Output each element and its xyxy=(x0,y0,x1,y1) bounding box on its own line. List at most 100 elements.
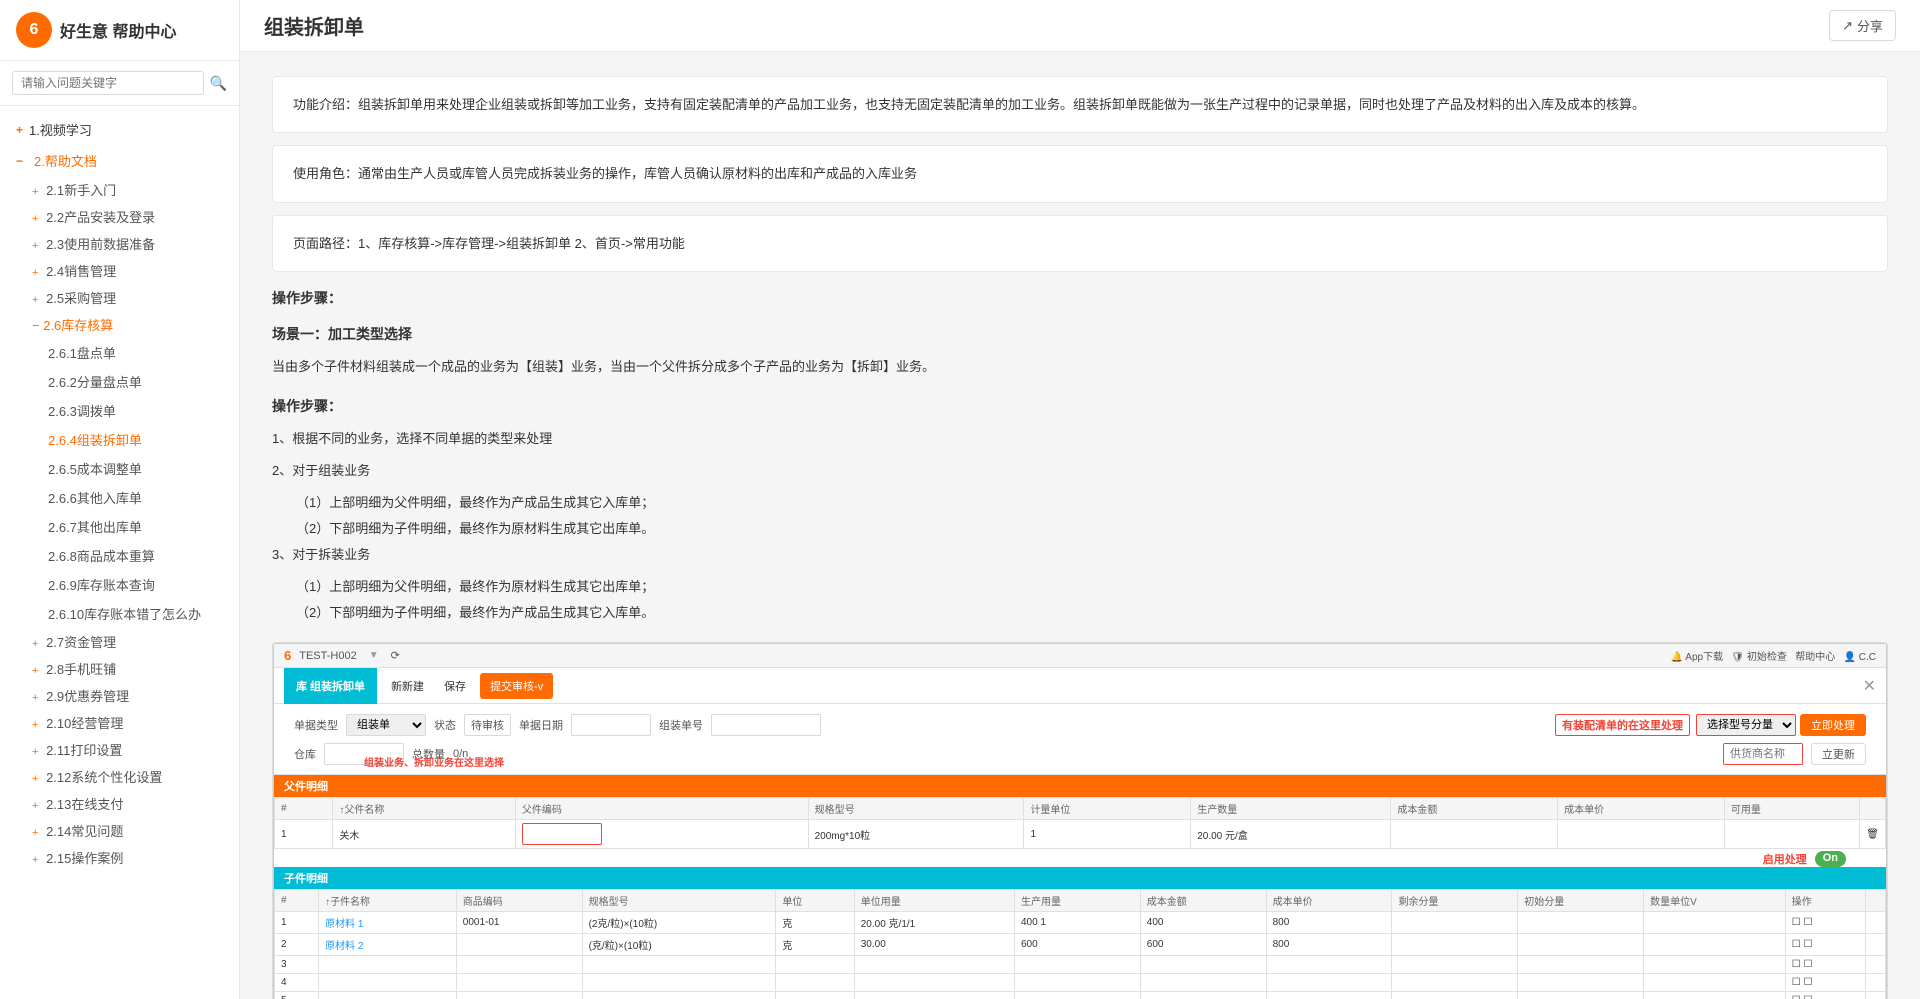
sidebar-item-finance[interactable]: + 2.7资金管理 xyxy=(0,628,239,655)
app-dropdown-icon: ▼ xyxy=(369,650,379,661)
app-upper-table: 父件明细 # ↑父件名称 父件编码 规格型号 计量单位 生产数量 成本金额 xyxy=(274,775,1886,849)
step-3-2: （2）下部明细为子件明细，最终作为产成品生成其它入库单。 xyxy=(272,600,1888,626)
parent-item-code[interactable] xyxy=(522,823,602,845)
expand-icon: + xyxy=(32,267,38,279)
share-icon: ↗ xyxy=(1842,18,1853,34)
expand-icon: + xyxy=(16,123,23,137)
sidebar-item-dataprep[interactable]: + 2.3使用前数据准备 xyxy=(0,230,239,257)
table-row: 5☐ ☐ xyxy=(275,992,1886,999)
expand-icon: + xyxy=(32,213,38,225)
topbar: 组装拆卸单 ↗ 分享 xyxy=(240,0,1920,52)
app-form-area: 单据类型 组装单拆卸单 状态 待审核 单据日期 组装单号 有装配清单的在这里处理 xyxy=(274,704,1886,775)
form-assembly-select[interactable]: 选择型号分量 xyxy=(1696,714,1796,736)
sidebar-child-inventory-4[interactable]: 2.6.4组装拆卸单 xyxy=(0,425,239,454)
sidebar-item-install[interactable]: + 2.2产品安装及登录 xyxy=(0,203,239,230)
sidebar-item-video[interactable]: + 1.视频学习 xyxy=(0,114,239,145)
sidebar-child-inventory-8[interactable]: 2.6.8商品成本重算 xyxy=(0,541,239,570)
table-row: 1 原材料 1 0001-01 (2克/粒)×(10粒) 克 20.00 克/1… xyxy=(275,912,1886,934)
sidebar-child-inventory-6[interactable]: 2.6.6其他入库单 xyxy=(0,483,239,512)
sidebar-item-newuser[interactable]: + 2.1新手入门 xyxy=(0,176,239,203)
form-confirm-btn[interactable]: 立即处理 xyxy=(1800,714,1866,736)
sidebar-item-purchase[interactable]: + 2.5采购管理 xyxy=(0,284,239,311)
sidebar-item-management[interactable]: + 2.10经营管理 xyxy=(0,709,239,736)
sidebar-item-coupon[interactable]: + 2.9优惠券管理 xyxy=(0,682,239,709)
collapse-icon: − xyxy=(16,154,28,168)
brand-name: 好生意 帮助中心 xyxy=(60,18,176,42)
sidebar-child-inventory-1[interactable]: 2.6.1盘点单 xyxy=(0,338,239,367)
app-refresh-icon: ⟳ xyxy=(391,649,400,662)
sidebar-child-inventory-9[interactable]: 2.6.9库存账本查询 xyxy=(0,570,239,599)
step-2-2: （2）下部明细为子件明细，最终作为原材料生成其它出库单。 xyxy=(272,516,1888,542)
form-docno-input[interactable] xyxy=(711,714,821,736)
app-tab-active: 库 组装拆卸单 xyxy=(284,668,377,704)
sidebar-item-label: 2.3使用前数据准备 xyxy=(46,237,155,252)
form-label-date: 单据日期 xyxy=(519,717,563,733)
expand-icon: + xyxy=(32,665,38,677)
role-text: 使用角色：通常由生产人员或库管人员完成拆装业务的操作，库管人员确认原材料的出库和… xyxy=(293,166,917,181)
form-select-btn[interactable]: 立更新 xyxy=(1811,743,1866,765)
search-bar[interactable]: 🔍 xyxy=(0,61,239,106)
step-3: 3、对于拆装业务 xyxy=(272,542,1888,568)
sidebar-item-sales[interactable]: + 2.4销售管理 xyxy=(0,257,239,284)
expand-icon: + xyxy=(32,240,38,252)
sidebar-item-payment[interactable]: + 2.13在线支付 xyxy=(0,790,239,817)
enable-toggle[interactable]: On xyxy=(1815,851,1846,867)
form-label-status: 状态 xyxy=(434,717,456,733)
annotation-label-1: 有装配清单的在这里处理 xyxy=(1555,714,1690,736)
app-topbar: 6 TEST-H002 ▼ ⟳ 🔔 App下载 🛡 初始检查 帮助中心 👤 C.… xyxy=(274,644,1886,668)
form-date-input[interactable] xyxy=(571,714,651,736)
sidebar-item-mobile[interactable]: + 2.8手机旺铺 xyxy=(0,655,239,682)
sidebar-child-inventory-3[interactable]: 2.6.3调拨单 xyxy=(0,396,239,425)
sidebar-item-label: 1.视频学习 xyxy=(29,120,92,139)
expand-icon: + xyxy=(32,854,38,866)
search-input[interactable] xyxy=(12,71,204,95)
sidebar-header: 6 好生意 帮助中心 xyxy=(0,0,239,61)
scene-title: 场景一：加工类型选择 xyxy=(272,324,1888,344)
form-label-docno: 组装单号 xyxy=(659,717,703,733)
expand-icon: + xyxy=(32,827,38,839)
sidebar-item-faq[interactable]: + 2.14常见问题 xyxy=(0,817,239,844)
sidebar-item-label: 2.4销售管理 xyxy=(46,264,116,279)
expand-icon: + xyxy=(32,294,38,306)
expand-icon: + xyxy=(32,773,38,785)
share-label: 分享 xyxy=(1857,16,1883,35)
sidebar-item-label: 2.5采购管理 xyxy=(46,291,116,306)
path-text: 页面路径：1、库存核算->库存管理->组装拆卸单 2、首页->常用功能 xyxy=(293,236,685,251)
annotation-enable-container: 启用处理 On xyxy=(274,849,1886,867)
sidebar-child-inventory-7[interactable]: 2.6.7其他出库单 xyxy=(0,512,239,541)
intro-block: 功能介绍：组装拆卸单用来处理企业组装或拆卸等加工业务，支持有固定装配清单的产品加… xyxy=(272,76,1888,133)
expand-icon: + xyxy=(32,692,38,704)
search-icon[interactable]: 🔍 xyxy=(210,75,227,92)
expand-icon: + xyxy=(32,746,38,758)
role-block: 使用角色：通常由生产人员或库管人员完成拆装业务的操作，库管人员确认原材料的出库和… xyxy=(272,145,1888,202)
table-row: 1 关木 200mg*10粒 1 20.00 元/盒 🗑 xyxy=(275,820,1886,849)
expand-icon: + xyxy=(32,800,38,812)
form-row-1: 单据类型 组装单拆卸单 状态 待审核 单据日期 组装单号 有装配清单的在这里处理 xyxy=(284,710,1876,740)
sidebar-item-docs[interactable]: − 2.帮助文档 xyxy=(0,145,239,176)
child-items-table: # ↑子件名称 商品编码 规格型号 单位 单位用量 生产用量 成本金额 成本单价… xyxy=(274,889,1886,999)
sidebar-item-cases[interactable]: + 2.15操作案例 xyxy=(0,844,239,871)
expand-icon: + xyxy=(32,186,38,198)
share-button[interactable]: ↗ 分享 xyxy=(1829,10,1896,41)
sidebar-child-inventory-5[interactable]: 2.6.5成本调整单 xyxy=(0,454,239,483)
sidebar-child-inventory-2[interactable]: 2.6.2分量盘点单 xyxy=(0,367,239,396)
step-1: 1、根据不同的业务，选择不同单据的类型来处理 xyxy=(272,426,1888,452)
sidebar-child-inventory-10[interactable]: 2.6.10库存账本错了怎么办 xyxy=(0,599,239,628)
form-type-select[interactable]: 组装单拆卸单 xyxy=(346,714,426,736)
sidebar-item-label: 2.2产品安装及登录 xyxy=(46,210,155,225)
sidebar-item-settings[interactable]: + 2.12系统个性化设置 xyxy=(0,763,239,790)
scene-desc: 当由多个子件材料组装成一个成品的业务为【组装】业务，当由一个父件拆分成多个子产品… xyxy=(272,354,1888,380)
expand-icon: + xyxy=(32,719,38,731)
lower-table-header: 子件明细 xyxy=(274,867,1886,889)
app-submit-btn: 提交审核-v xyxy=(480,673,553,699)
main-content: 组装拆卸单 ↗ 分享 功能介绍：组装拆卸单用来处理企业组装或拆卸等加工业务，支持… xyxy=(240,0,1920,999)
form-supplier-input[interactable] xyxy=(1723,743,1803,765)
sidebar-item-label: 2.6库存核算 xyxy=(43,318,113,333)
page-title: 组装拆卸单 xyxy=(264,11,364,40)
sidebar-item-inventory[interactable]: − 2.6库存核算 xyxy=(0,311,239,338)
sidebar-item-print[interactable]: + 2.11打印设置 xyxy=(0,736,239,763)
upper-table-header: 父件明细 xyxy=(274,775,1886,797)
form-dropdown-btn[interactable]: 选择型号分量 xyxy=(1696,714,1796,736)
ops-steps-title: 操作步骤： xyxy=(272,396,1888,416)
app-close-icon[interactable]: ✕ xyxy=(1863,676,1876,696)
